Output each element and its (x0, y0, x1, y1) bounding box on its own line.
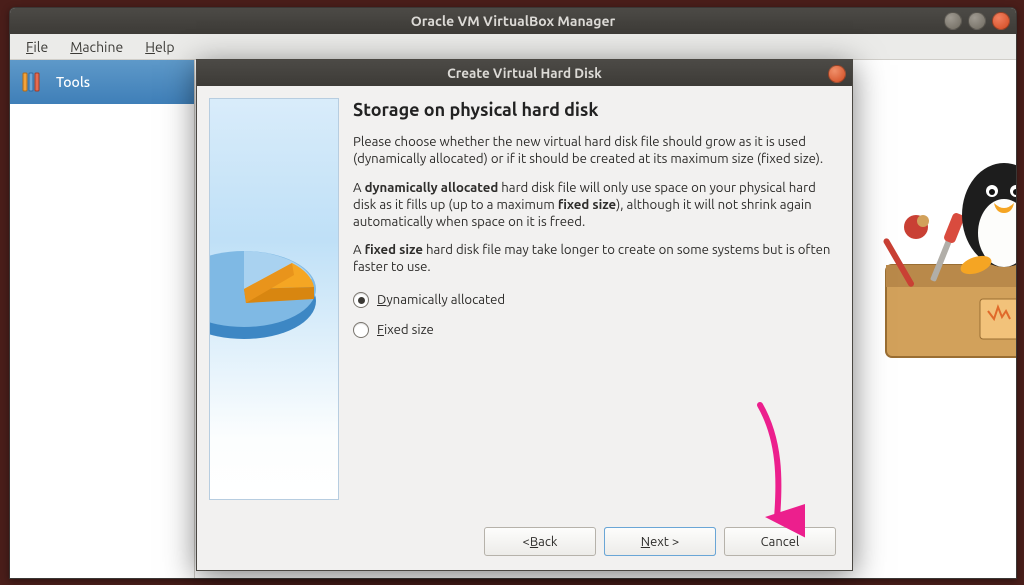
cancel-button[interactable]: Cancel (724, 527, 836, 556)
dialog-body: Storage on physical hard disk Please cho… (197, 86, 852, 570)
sidebar-item-tools[interactable]: Tools (10, 60, 194, 104)
wizard-dialog: Create Virtual Hard Disk Storage on phys… (196, 59, 853, 571)
menu-machine[interactable]: Machine (60, 36, 133, 58)
main-titlebar[interactable]: Oracle VM VirtualBox Manager (10, 8, 1016, 34)
back-button[interactable]: < Back (484, 527, 596, 556)
sidebar-item-label: Tools (56, 74, 90, 90)
radio-icon (353, 292, 369, 308)
wizard-illustration (209, 98, 339, 500)
wizard-button-row: < Back Next > Cancel (197, 517, 852, 570)
main-title: Oracle VM VirtualBox Manager (411, 13, 616, 29)
next-button[interactable]: Next > (604, 527, 716, 556)
maximize-icon[interactable] (968, 12, 986, 30)
menu-file[interactable]: File (16, 36, 58, 58)
storage-type-radio-group: Dynamically allocated Fixed size (353, 288, 834, 348)
wizard-heading: Storage on physical hard disk (353, 100, 834, 120)
dialog-content: Storage on physical hard disk Please cho… (197, 86, 852, 517)
wizard-text: Storage on physical hard disk Please cho… (353, 98, 834, 517)
radio-fixed-size[interactable]: Fixed size (353, 318, 834, 348)
wizard-paragraph-1: Please choose whether the new virtual ha… (353, 134, 834, 168)
disk-pie-icon (209, 229, 324, 359)
menubar: File Machine Help (10, 34, 1016, 60)
wizard-paragraph-2: A dynamically allocated hard disk file w… (353, 180, 834, 231)
dialog-title: Create Virtual Hard Disk (447, 65, 602, 81)
window-controls (944, 12, 1010, 30)
radio-dynamically-allocated[interactable]: Dynamically allocated (353, 288, 834, 318)
dialog-titlebar[interactable]: Create Virtual Hard Disk (197, 60, 852, 86)
wizard-paragraph-3: A fixed size hard disk file may take lon… (353, 242, 834, 276)
minimize-icon[interactable] (944, 12, 962, 30)
close-icon[interactable] (992, 12, 1010, 30)
sidebar: Tools (10, 60, 195, 579)
menu-help[interactable]: Help (135, 36, 184, 58)
tools-icon (20, 69, 46, 95)
radio-icon (353, 322, 369, 338)
close-icon[interactable] (828, 65, 846, 83)
radio-label: Fixed size (377, 323, 434, 337)
radio-label: Dynamically allocated (377, 293, 505, 307)
